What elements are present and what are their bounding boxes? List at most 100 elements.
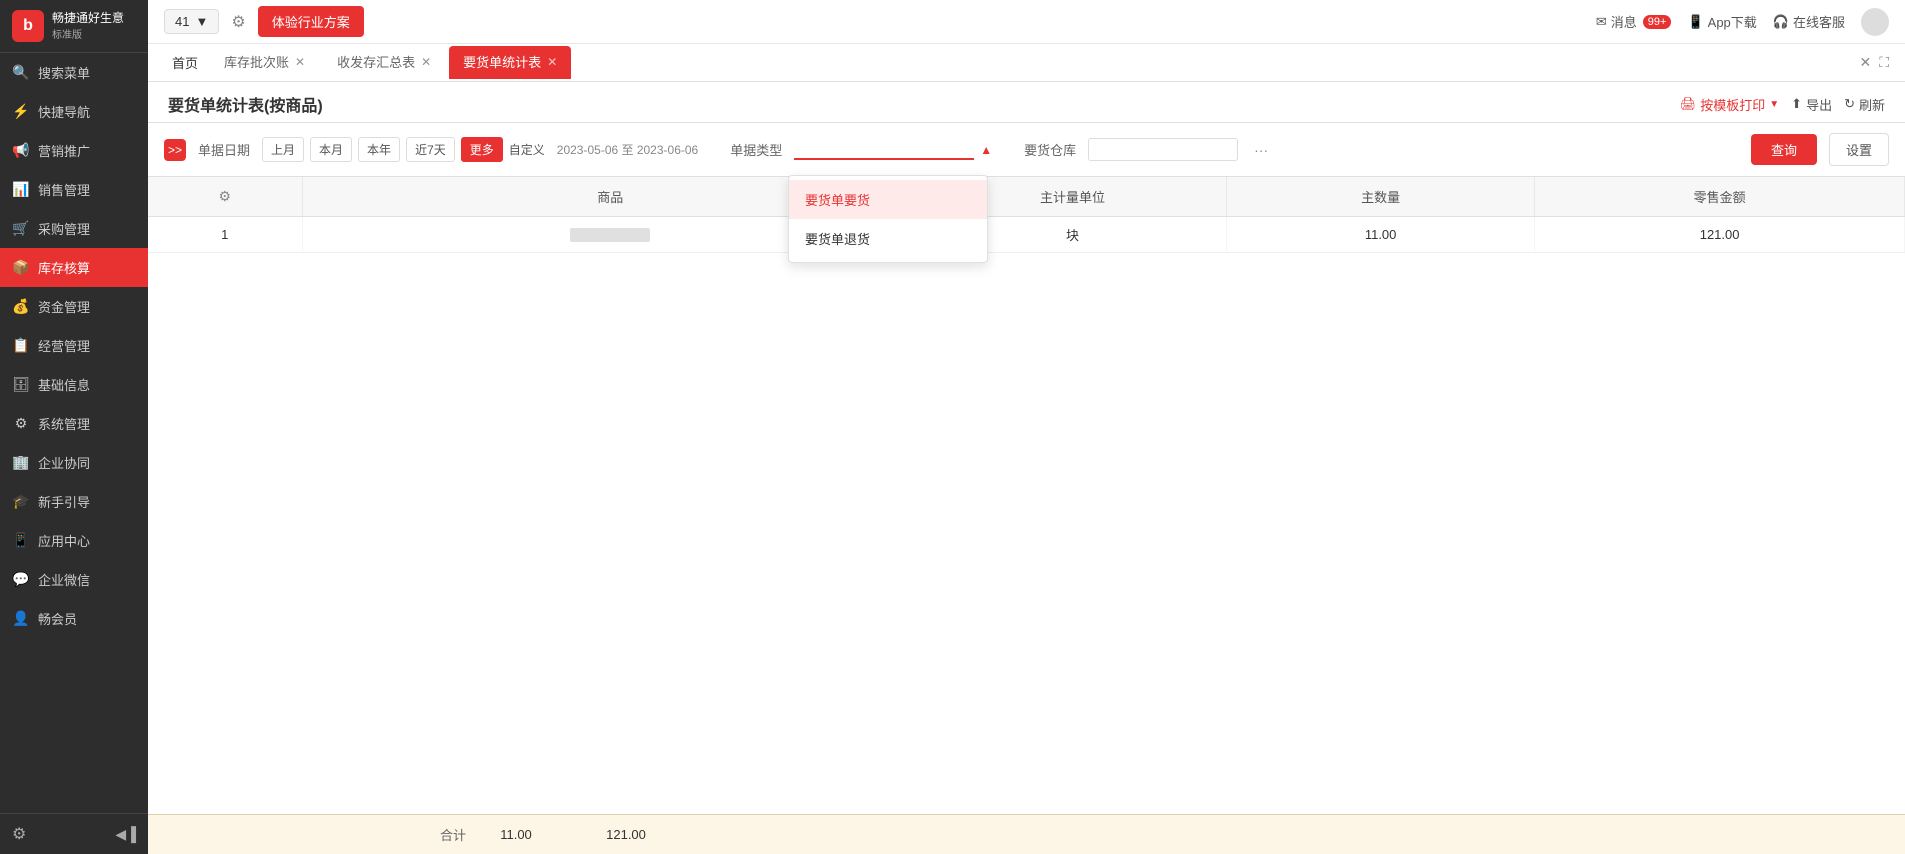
tab-order-label: 要货单统计表 — [463, 52, 541, 71]
tab-home-label: 首页 — [172, 56, 198, 71]
cell-idx: 1 — [148, 217, 302, 253]
sidebar-item-purchase[interactable]: 🛒 采购管理 — [0, 209, 148, 248]
sidebar-label-basic: 基础信息 — [38, 375, 90, 394]
sidebar-label-appstore: 应用中心 — [38, 531, 90, 550]
tab-collect-close[interactable]: ✕ — [421, 55, 431, 69]
headset-icon: 🎧 — [1773, 14, 1789, 30]
main-area: 41 ▼ ⚙ 体验行业方案 ✉ 消息 99+ 📱 App下载 🎧 在线客服 — [148, 0, 1905, 854]
print-dropdown-icon: ▼ — [1769, 99, 1779, 110]
page-actions: 🖨 按模板打印 ▼ ⬆ 导出 ↻ 刷新 — [1680, 95, 1885, 114]
app-name: 畅捷通好生意 — [52, 11, 124, 27]
settings-gear-icon[interactable]: ⚙ — [12, 824, 26, 844]
purchase-icon: 🛒 — [12, 220, 30, 238]
operations-icon: 📋 — [12, 337, 30, 355]
sidebar-label-purchase: 采购管理 — [38, 219, 90, 238]
sidebar-item-marketing[interactable]: 📢 营销推广 — [0, 131, 148, 170]
sidebar-item-operations[interactable]: 📋 经营管理 — [0, 326, 148, 365]
col-settings-header[interactable]: ⚙ — [148, 177, 302, 217]
footer-total-qty: 11.00 — [466, 827, 566, 842]
tab-order-summary[interactable]: 要货单统计表 ✕ — [449, 46, 571, 79]
col-qty-header: 主数量 — [1227, 177, 1535, 217]
store-selector[interactable]: 41 ▼ — [164, 9, 219, 34]
sidebar-item-sales[interactable]: 📊 销售管理 — [0, 170, 148, 209]
sidebar-label-finance: 资金管理 — [38, 297, 90, 316]
export-label: 导出 — [1806, 95, 1832, 114]
lightning-icon: ⚡ — [12, 103, 30, 121]
sidebar-label-search: 搜索菜单 — [38, 63, 90, 82]
sidebar-label-marketing: 营销推广 — [38, 141, 90, 160]
sidebar-item-system[interactable]: ⚙ 系统管理 — [0, 404, 148, 443]
tab-close-all-btn[interactable]: ✕ — [1859, 54, 1871, 71]
search-icon: 🔍 — [12, 64, 30, 82]
date-last-7days-btn[interactable]: 近7天 — [406, 137, 455, 162]
data-table-container: ⚙ 商品 主计量单位 主数量 零售金额 — [148, 177, 1905, 814]
warehouse-more-btn[interactable]: ··· — [1254, 142, 1268, 158]
date-custom-btn[interactable]: 自定义 — [509, 141, 545, 158]
sidebar-item-enterprise[interactable]: 🏢 企业协同 — [0, 443, 148, 482]
sidebar-item-basic[interactable]: 🗄 基础信息 — [0, 365, 148, 404]
date-this-year-btn[interactable]: 本年 — [358, 137, 400, 162]
tab-home[interactable]: 首页 — [164, 47, 206, 78]
table-footer: 合计 11.00 121.00 — [148, 814, 1905, 854]
message-icon: ✉ — [1596, 14, 1607, 30]
tab-order-close[interactable]: ✕ — [547, 55, 557, 69]
settings-button[interactable]: 设置 — [1829, 133, 1889, 166]
print-icon: 🖨 — [1680, 96, 1697, 112]
query-button[interactable]: 查询 — [1751, 134, 1817, 165]
dropdown-item-order-goods[interactable]: 要货单要货 — [789, 180, 987, 219]
page-header: 要货单统计表(按商品) 🖨 按模板打印 ▼ ⬆ 导出 ↻ 刷新 — [148, 82, 1905, 123]
type-dropdown-menu: 要货单要货 要货单退货 — [788, 175, 988, 263]
type-dropdown-chevron[interactable]: ▲ — [980, 143, 992, 157]
app-version: 标准版 — [52, 26, 124, 41]
app-download-label: App下载 — [1708, 12, 1757, 31]
sidebar-label-guide: 新手引导 — [38, 492, 90, 511]
sidebar-item-appstore[interactable]: 📱 应用中心 — [0, 521, 148, 560]
export-btn[interactable]: ⬆ 导出 — [1791, 95, 1832, 114]
store-name: 41 — [175, 14, 189, 29]
date-last-month-btn[interactable]: 上月 — [262, 137, 304, 162]
online-service-btn[interactable]: 🎧 在线客服 — [1773, 12, 1845, 31]
topbar: 41 ▼ ⚙ 体验行业方案 ✉ 消息 99+ 📱 App下载 🎧 在线客服 — [148, 0, 1905, 44]
sidebar-item-finance[interactable]: 💰 资金管理 — [0, 287, 148, 326]
warehouse-input[interactable] — [1088, 138, 1238, 161]
tab-collect-summary[interactable]: 收发存汇总表 ✕ — [323, 46, 445, 79]
type-filter-input[interactable] — [794, 139, 974, 160]
date-this-month-btn[interactable]: 本月 — [310, 137, 352, 162]
sidebar: b 畅捷通好生意 标准版 🔍 搜索菜单 ⚡ 快捷导航 📢 营销推广 📊 销售管理… — [0, 0, 148, 854]
system-icon: ⚙ — [12, 415, 30, 433]
user-avatar[interactable] — [1861, 8, 1889, 36]
sidebar-item-member[interactable]: 👤 畅会员 — [0, 599, 148, 638]
sidebar-item-inventory[interactable]: 📦 库存核算 — [0, 248, 148, 287]
filter-date-group: 上月 本月 本年 近7天 更多 自定义 — [262, 137, 545, 162]
store-dropdown-icon: ▼ — [195, 14, 208, 29]
sidebar-collapse-btn[interactable]: ◀▐ — [115, 826, 136, 843]
message-btn[interactable]: ✉ 消息 99+ — [1596, 12, 1672, 31]
sidebar-label-member: 畅会员 — [38, 609, 77, 628]
table-settings-icon[interactable]: ⚙ — [219, 188, 232, 204]
sidebar-bottom: ⚙ ◀▐ — [0, 813, 148, 854]
finance-icon: 💰 — [12, 298, 30, 316]
sales-icon: 📊 — [12, 181, 30, 199]
sidebar-item-search[interactable]: 🔍 搜索菜单 — [0, 53, 148, 92]
tab-stock-batch[interactable]: 库存批次账 ✕ — [210, 46, 319, 79]
refresh-btn[interactable]: ↻ 刷新 — [1844, 95, 1885, 114]
phone-icon: 📱 — [1687, 14, 1703, 30]
sidebar-item-guide[interactable]: 🎓 新手引导 — [0, 482, 148, 521]
wechat-icon: 💬 — [12, 571, 30, 589]
message-badge: 99+ — [1643, 15, 1672, 29]
plan-button[interactable]: 体验行业方案 — [258, 6, 364, 37]
refresh-icon: ↻ — [1844, 96, 1855, 112]
topbar-settings-icon[interactable]: ⚙ — [231, 12, 245, 32]
sidebar-item-shortcut[interactable]: ⚡ 快捷导航 — [0, 92, 148, 131]
tab-stock-batch-close[interactable]: ✕ — [295, 55, 305, 69]
print-template-btn[interactable]: 🖨 按模板打印 ▼ — [1680, 95, 1779, 114]
sidebar-item-wechat[interactable]: 💬 企业微信 — [0, 560, 148, 599]
filter-expand-btn[interactable]: >> — [164, 139, 186, 161]
dropdown-item-order-return[interactable]: 要货单退货 — [789, 219, 987, 258]
date-more-btn[interactable]: 更多 — [461, 137, 503, 162]
app-download-btn[interactable]: 📱 App下载 — [1687, 12, 1756, 31]
tab-restore-btn[interactable]: ⛶ — [1879, 54, 1889, 71]
marketing-icon: 📢 — [12, 142, 30, 160]
page-title: 要货单统计表(按商品) — [168, 92, 323, 116]
sidebar-label-sales: 销售管理 — [38, 180, 90, 199]
